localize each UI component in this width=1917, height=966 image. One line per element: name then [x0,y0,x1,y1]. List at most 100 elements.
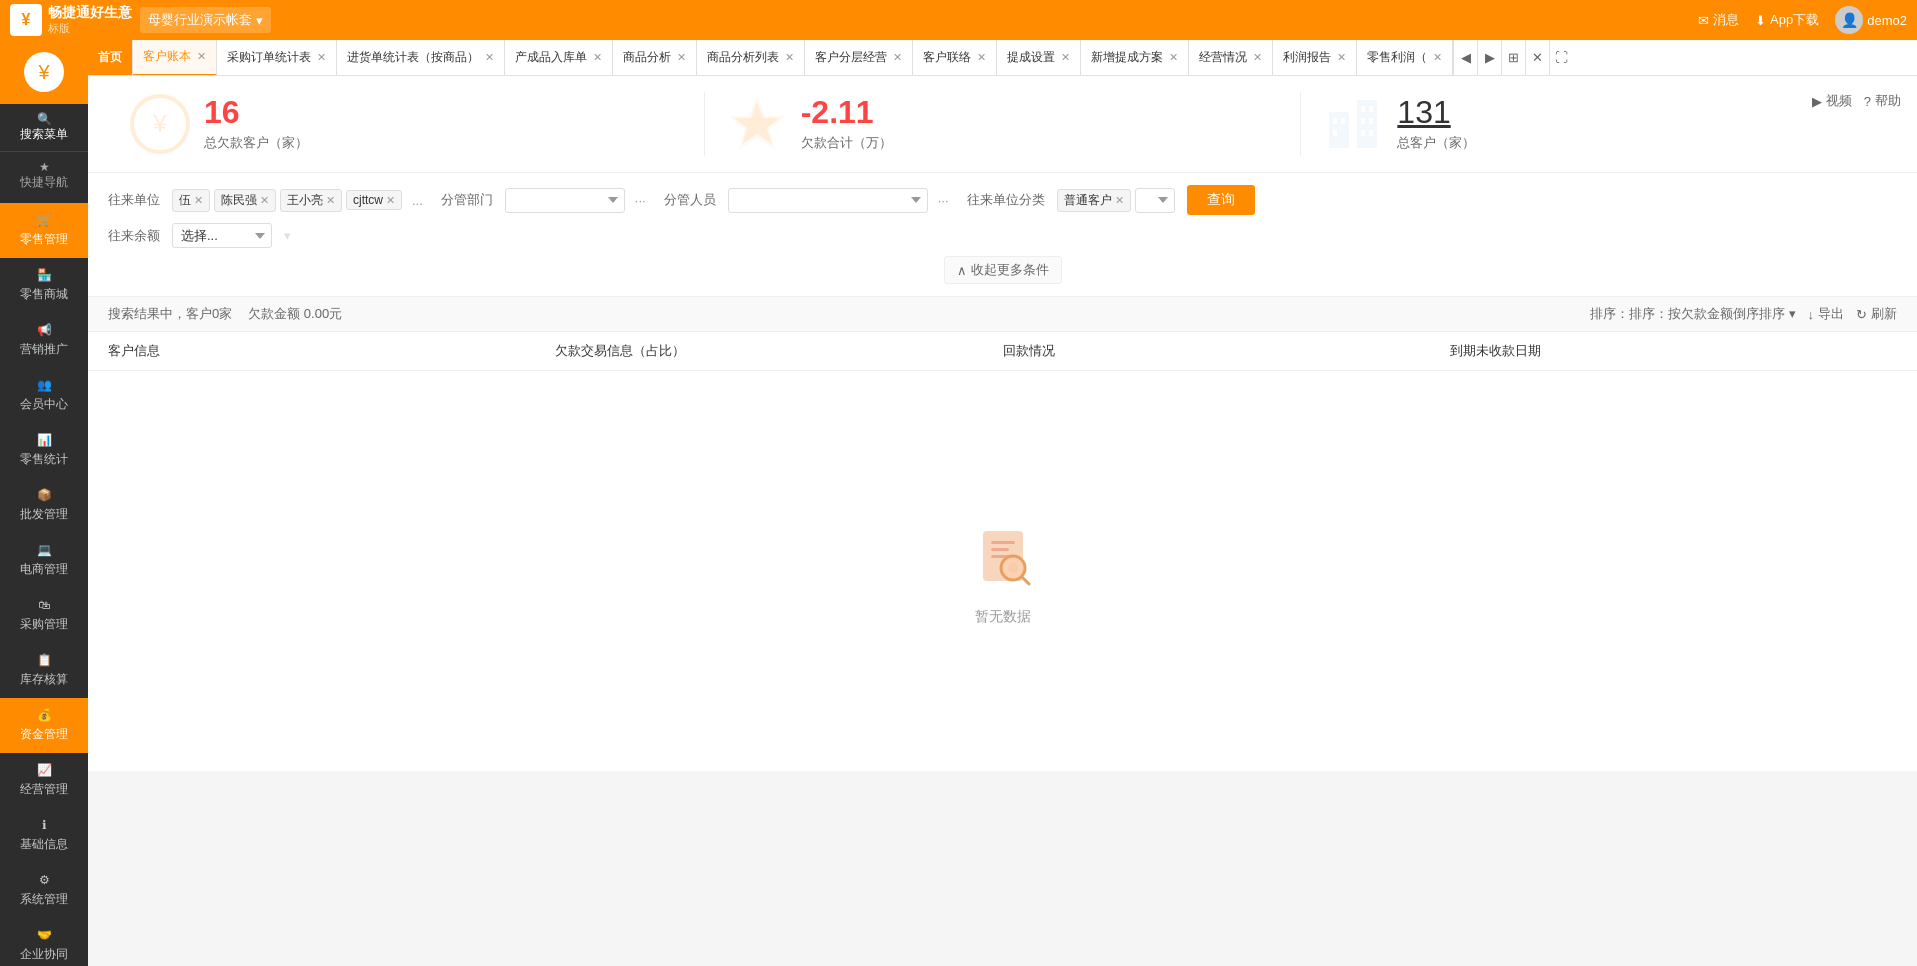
filter-unit-category-selector: 普通客户 ✕ [1057,188,1175,213]
sidebar-item-capital-management[interactable]: 💰 资金管理 [0,698,88,753]
overdue-customers-number: 16 [204,96,308,128]
sidebar-item-member-center[interactable]: 👥 会员中心 [0,368,88,423]
tab-promotion-settings[interactable]: 提成设置 ✕ [997,40,1081,76]
sidebar-item-retail-management[interactable]: 🛒 零售管理 [0,203,88,258]
tab-customer-contact[interactable]: 客户联络 ✕ [913,40,997,76]
sidebar-item-retail-stats[interactable]: 📊 零售统计 [0,423,88,478]
tab-product-inbound-close[interactable]: ✕ [593,51,602,64]
sidebar-item-wholesale-management[interactable]: 📦 批发管理 [0,478,88,533]
tab-customer-contact-label: 客户联络 [923,49,971,66]
svg-rect-14 [1369,130,1373,136]
tab-profit-report-label: 利润报告 [1283,49,1331,66]
tab-scroll-right[interactable]: ▶ [1477,40,1501,76]
sidebar-item-retail-mall[interactable]: 🏪 零售商城 [0,258,88,313]
tab-purchase-inbound-stats[interactable]: 进货单统计表（按商品） ✕ [337,40,505,76]
video-help-button[interactable]: ▶ 视频 [1812,92,1852,110]
tab-add-promotion-plan[interactable]: 新增提成方案 ✕ [1081,40,1189,76]
tab-retail-profit[interactable]: 零售利润（ ✕ [1357,40,1453,76]
tab-product-inbound[interactable]: 产成品入库单 ✕ [505,40,613,76]
tab-product-analysis-list[interactable]: 商品分析列表 ✕ [697,40,805,76]
logo-text: 畅捷通好生意 [48,4,132,21]
tag-wangxiaoliang-close[interactable]: ✕ [326,194,335,207]
sidebar-item-marketing-promotion[interactable]: 📢 营销推广 [0,313,88,368]
tab-customer-capital[interactable]: 客户账本 ✕ [133,40,217,76]
tag-chenminqiang-text: 陈民强 [221,192,257,209]
tab-customer-segmentation-label: 客户分层经营 [815,49,887,66]
tab-purchase-order-stats-close[interactable]: ✕ [317,51,326,64]
app-download-button[interactable]: ⬇ App下载 [1755,11,1819,29]
filter-balance-select[interactable]: 选择... [172,223,272,248]
query-button[interactable]: 查询 [1187,185,1255,215]
enterprise-dropdown-icon: ▾ [256,13,263,28]
tab-scroll-left[interactable]: ◀ [1453,40,1477,76]
filter-personnel-more[interactable]: ··· [932,191,955,210]
tab-retail-profit-close[interactable]: ✕ [1433,51,1442,64]
enterprise-selector[interactable]: 母婴行业演示帐套 ▾ [140,7,271,33]
tab-product-analysis-label: 商品分析 [623,49,671,66]
sidebar-item-ecommerce-management[interactable]: 💻 电商管理 [0,533,88,588]
sidebar-item-system-management[interactable]: ⚙ 系统管理 [0,863,88,918]
help-button[interactable]: ? 帮助 [1864,92,1901,110]
filter-department-more[interactable]: ··· [629,191,652,210]
filter-tags-more[interactable]: ... [406,191,429,210]
filter-personnel-label: 分管人员 [664,191,716,209]
tab-profit-report[interactable]: 利润报告 ✕ [1273,40,1357,76]
tab-business-situation-close[interactable]: ✕ [1253,51,1262,64]
filter-unit-category-select[interactable] [1135,188,1175,213]
total-customers-label: 总客户（家） [1397,134,1475,152]
sidebar-item-purchase-management[interactable]: 🛍 采购管理 [0,588,88,643]
tab-bar: 首页 客户账本 ✕ 采购订单统计表 ✕ 进货单统计表（按商品） ✕ 产成品入库单… [88,40,1917,76]
tab-customer-segmentation-close[interactable]: ✕ [893,51,902,64]
export-button[interactable]: ↓ 导出 [1808,305,1845,323]
enterprise-coop-icon: 🤝 [37,928,52,942]
tab-more[interactable]: ⊞ [1501,40,1525,76]
stat-total-customers-values: 131 总客户（家） [1397,96,1475,152]
tab-customer-capital-close[interactable]: ✕ [197,50,206,63]
tab-home[interactable]: 首页 [88,40,133,76]
table-empty-state: 暂无数据 [88,371,1917,771]
tag-normal-customer-close[interactable]: ✕ [1115,194,1124,207]
filter-department-label: 分管部门 [441,191,493,209]
sidebar-item-inventory-check[interactable]: 📋 库存核算 [0,643,88,698]
tab-customer-segmentation[interactable]: 客户分层经营 ✕ [805,40,913,76]
tab-add-promotion-plan-close[interactable]: ✕ [1169,51,1178,64]
sidebar-search-menu[interactable]: 🔍 搜索菜单 [0,104,88,151]
tag-cjttcw-close[interactable]: ✕ [386,194,395,207]
tab-promotion-settings-close[interactable]: ✕ [1061,51,1070,64]
sidebar-item-basic-info[interactable]: ℹ 基础信息 [0,808,88,863]
tag-chenminqiang-close[interactable]: ✕ [260,194,269,207]
filter-personnel-select[interactable] [728,188,928,213]
svg-rect-16 [991,541,1015,544]
stat-top-right-actions: ▶ 视频 ? 帮助 [1812,92,1901,110]
result-text: 搜索结果中，客户0家 [108,305,232,323]
filter-department-select[interactable] [505,188,625,213]
sidebar-item-operations-management[interactable]: 📈 经营管理 [0,753,88,808]
tab-product-analysis-list-close[interactable]: ✕ [785,51,794,64]
collapse-button[interactable]: ∧ 收起更多条件 [944,256,1062,284]
tab-business-situation[interactable]: 经营情况 ✕ [1189,40,1273,76]
tab-purchase-inbound-stats-close[interactable]: ✕ [485,51,494,64]
tab-close-all[interactable]: ✕ [1525,40,1549,76]
overdue-customers-label: 总欠款客户（家） [204,134,308,152]
sidebar-quick-nav[interactable]: ★ 快捷导航 [0,151,88,199]
svg-rect-10 [1369,106,1373,112]
tab-product-analysis-close[interactable]: ✕ [677,51,686,64]
tab-fullscreen[interactable]: ⛶ [1549,40,1573,76]
sidebar-item-enterprise-cooperation[interactable]: 🤝 企业协同 [0,918,88,966]
building-icon [1321,92,1385,156]
tab-profit-report-close[interactable]: ✕ [1337,51,1346,64]
tab-customer-contact-close[interactable]: ✕ [977,51,986,64]
tab-product-analysis[interactable]: 商品分析 ✕ [613,40,697,76]
tab-purchase-order-stats[interactable]: 采购订单统计表 ✕ [217,40,337,76]
refresh-button[interactable]: ↻ 刷新 [1856,305,1897,323]
user-avatar-button[interactable]: 👤 demo2 [1835,6,1907,34]
tab-home-label: 首页 [98,49,122,66]
tag-wu-close[interactable]: ✕ [194,194,203,207]
table-header: 客户信息 欠款交易信息（占比） 回款情况 到期未收款日期 [88,332,1917,371]
ecommerce-icon: 💻 [37,543,52,557]
member-icon: 👥 [37,378,52,392]
filter-row-2: 往来余额 选择... ▾ [108,223,1897,248]
sort-dropdown-icon[interactable]: ▾ [1789,306,1796,321]
filter-tag-normal-customer: 普通客户 ✕ [1057,189,1131,212]
message-button[interactable]: ✉ 消息 [1698,11,1739,29]
